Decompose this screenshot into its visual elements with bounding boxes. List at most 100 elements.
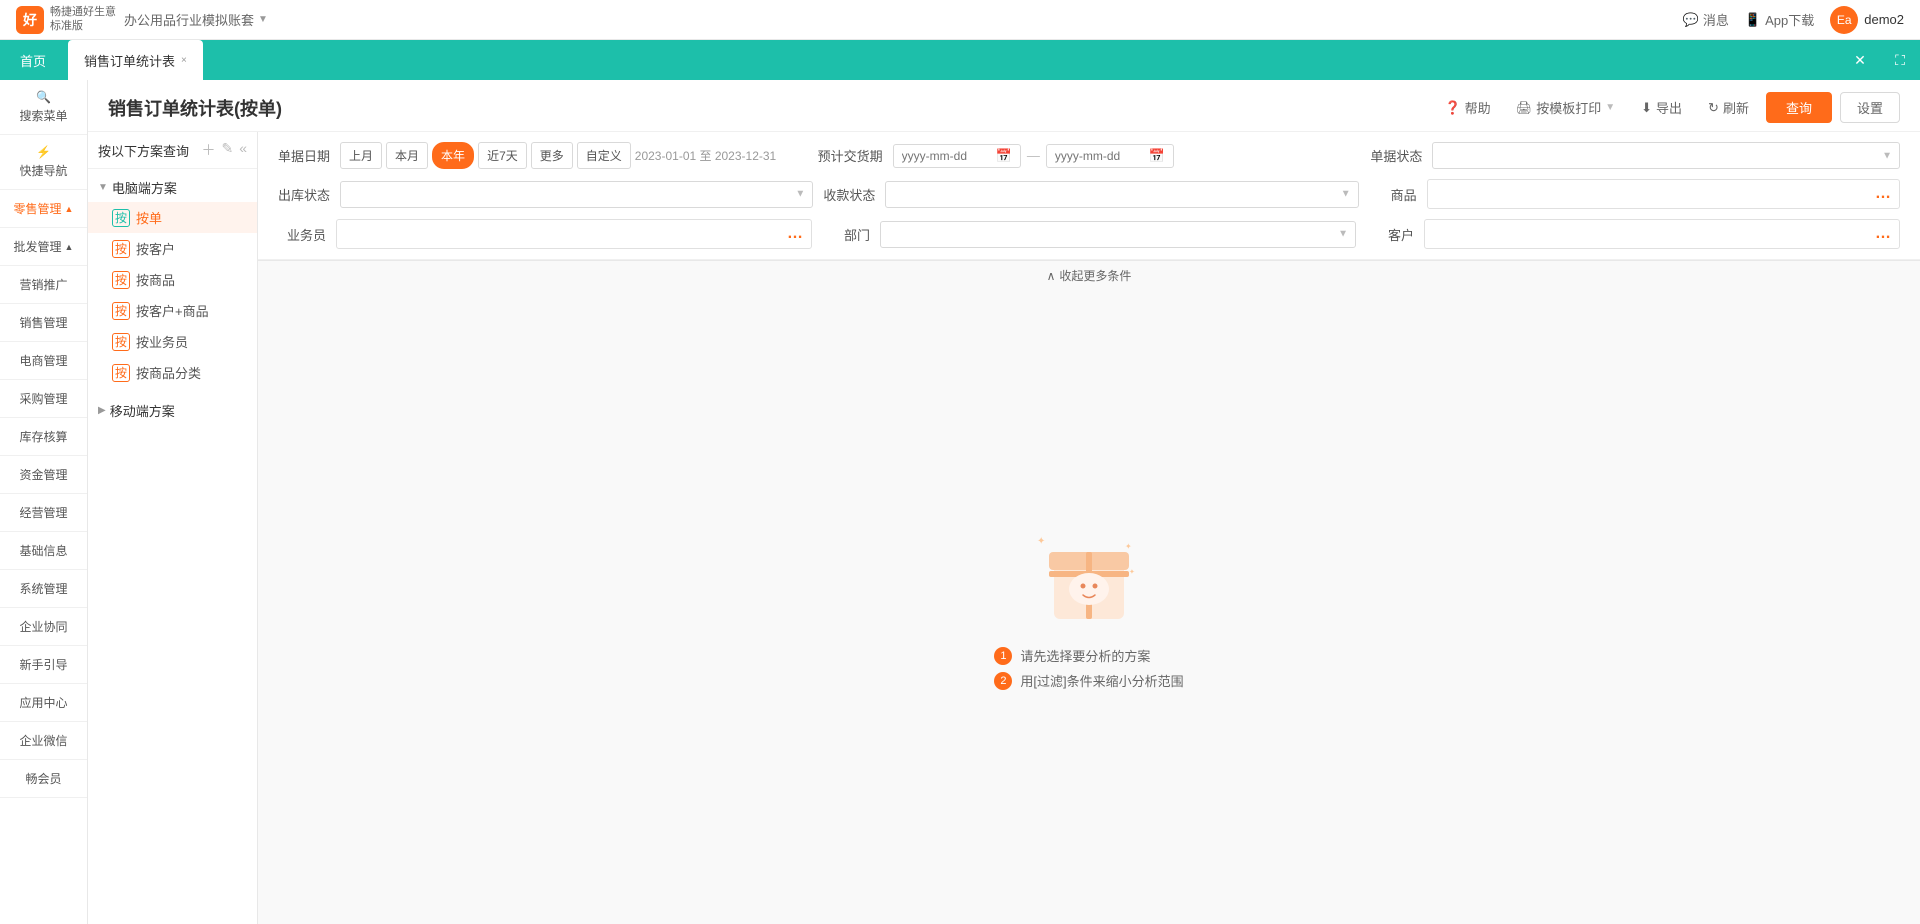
outbound-select[interactable] xyxy=(340,181,813,208)
user-profile[interactable]: Ea demo2 xyxy=(1830,6,1904,34)
sidebar-item-app-center[interactable]: 应用中心 xyxy=(0,684,87,722)
product-label: 商品 xyxy=(1369,185,1417,204)
scheme-collapse-button[interactable]: « xyxy=(239,140,247,160)
customer-label: 客户 xyxy=(1366,225,1414,244)
date-btn-last-month[interactable]: 上月 xyxy=(340,142,382,169)
department-select[interactable] xyxy=(880,221,1356,248)
sidebar-item-new-guide[interactable]: 新手引导 xyxy=(0,646,87,684)
main-area: 🔍 搜索菜单 ⚡ 快捷导航 零售管理 ▲ 批发管理 ▲ 营销推广 销售管理 电商… xyxy=(0,80,1920,924)
date-filter-group: 上月 本月 本年 近7天 更多 自定义 2023-01-01 至 2023-12… xyxy=(340,142,808,169)
sidebar-item-finance[interactable]: 资金管理 xyxy=(0,456,87,494)
date-btn-this-month[interactable]: 本月 xyxy=(386,142,428,169)
content-panel: 销售订单统计表(按单) ❓ 帮助 🖨 按模板打印 ▼ ⬇ 导出 ↻ 刷新 xyxy=(88,80,1920,924)
scheme-item-by-customer[interactable]: 按 按客户 xyxy=(88,233,257,264)
download-icon: 📱 xyxy=(1745,12,1761,28)
tab-maximize-button[interactable]: ⛶ xyxy=(1880,40,1920,80)
date-btn-more[interactable]: 更多 xyxy=(531,142,573,169)
scheme-item-by-customer-product[interactable]: 按 按客户+商品 xyxy=(88,295,257,326)
payment-select[interactable] xyxy=(885,181,1358,208)
refresh-button[interactable]: ↻ 刷新 xyxy=(1699,93,1758,122)
tab-sales-order-stats[interactable]: 销售订单统计表 × xyxy=(68,40,203,80)
sidebar-item-operations[interactable]: 经营管理 xyxy=(0,494,87,532)
message-button[interactable]: 💬 消息 xyxy=(1683,10,1729,29)
content-body: 按以下方案查询 ＋ ✎ « ▼ 电脑端方案 按 按单 xyxy=(88,132,1920,924)
status-select-wrap: ▼ xyxy=(1432,142,1900,169)
scheme-group-mobile-header[interactable]: ▶ 移动端方案 xyxy=(88,396,257,425)
sidebar-item-ecommerce[interactable]: 电商管理 xyxy=(0,342,87,380)
scheme-item-by-product-cat[interactable]: 按 按商品分类 xyxy=(88,357,257,388)
sidebar-item-basic-info[interactable]: 基础信息 xyxy=(0,532,87,570)
retail-arrow-icon: ▲ xyxy=(65,204,74,214)
predicted-date-end-wrap[interactable]: 📅 xyxy=(1046,144,1174,168)
collapse-bar[interactable]: ∧ 收起更多条件 xyxy=(258,260,1920,290)
sidebar-item-marketing[interactable]: 营销推广 xyxy=(0,266,87,304)
scheme-item-by-salesperson[interactable]: 按 按业务员 xyxy=(88,326,257,357)
payment-select-wrap: ▼ xyxy=(885,181,1358,208)
sidebar-item-search[interactable]: 🔍 搜索菜单 xyxy=(0,80,87,135)
status-label: 单据状态 xyxy=(1370,146,1422,165)
tab-close-icon[interactable]: × xyxy=(181,55,187,66)
tab-bar-actions: ✕ ⛶ xyxy=(1840,40,1920,80)
user-name: demo2 xyxy=(1864,12,1904,27)
group-pc-arrow-icon: ▼ xyxy=(98,182,108,193)
salesperson-more-icon[interactable]: … xyxy=(787,225,803,243)
scheme-edit-button[interactable]: ✎ xyxy=(221,140,233,160)
product-input[interactable]: … xyxy=(1427,179,1900,209)
scheme-item-icon-product: 按 xyxy=(112,271,130,289)
page-toolbar: ❓ 帮助 🖨 按模板打印 ▼ ⬇ 导出 ↻ 刷新 查询 设置 xyxy=(1436,92,1900,123)
export-button[interactable]: ⬇ 导出 xyxy=(1632,93,1691,122)
predicted-date-start[interactable] xyxy=(902,149,992,163)
query-button[interactable]: 查询 xyxy=(1766,92,1832,123)
product-more-icon[interactable]: … xyxy=(1875,185,1891,203)
avatar: Ea xyxy=(1830,6,1858,34)
outbound-label: 出库状态 xyxy=(278,185,330,204)
status-select[interactable] xyxy=(1432,142,1900,169)
empty-state: ✦ ✦ ✦ 1 请先选择要分析的方案 2 用[过滤]条件来缩小分析范围 xyxy=(258,290,1920,924)
group-mobile-arrow-icon: ▶ xyxy=(98,405,106,416)
sidebar-item-purchase[interactable]: 采购管理 xyxy=(0,380,87,418)
logo-icon: 好 xyxy=(16,6,44,34)
sidebar-item-enterprise[interactable]: 企业协同 xyxy=(0,608,87,646)
customer-input[interactable]: … xyxy=(1424,219,1900,249)
sidebar-item-inventory[interactable]: 库存核算 xyxy=(0,418,87,456)
predicted-date-label: 预计交货期 xyxy=(818,146,883,165)
sidebar-item-system[interactable]: 系统管理 xyxy=(0,570,87,608)
date-btn-custom[interactable]: 自定义 xyxy=(577,142,631,169)
svg-text:✦: ✦ xyxy=(1125,542,1132,551)
sidebar-item-quick-nav[interactable]: ⚡ 快捷导航 xyxy=(0,135,87,190)
customer-more-icon[interactable]: … xyxy=(1875,225,1891,243)
predicted-date-start-wrap[interactable]: 📅 xyxy=(893,144,1021,168)
sidebar-item-wholesale[interactable]: 批发管理 ▲ xyxy=(0,228,87,266)
sidebar-item-sales[interactable]: 销售管理 xyxy=(0,304,87,342)
scheme-group-pc-header[interactable]: ▼ 电脑端方案 xyxy=(88,173,257,202)
sidebar-item-vip[interactable]: 畅会员 xyxy=(0,760,87,798)
logo-text: 畅捷通好生意 标准版 xyxy=(50,6,116,32)
quicknav-icon: ⚡ xyxy=(36,145,51,159)
salesperson-input[interactable]: … xyxy=(336,219,812,249)
collapse-icon: ∧ xyxy=(1047,269,1056,283)
wholesale-arrow-icon: ▲ xyxy=(65,242,74,252)
scheme-item-by-product[interactable]: 按 按商品 xyxy=(88,264,257,295)
predicted-date-end[interactable] xyxy=(1055,149,1145,163)
page-title-area: 销售订单统计表(按单) ❓ 帮助 🖨 按模板打印 ▼ ⬇ 导出 ↻ 刷新 xyxy=(88,80,1920,132)
workspace-title[interactable]: 办公用品行业模拟账套 ▼ xyxy=(124,10,268,29)
help-button[interactable]: ❓ 帮助 xyxy=(1436,94,1498,121)
print-button[interactable]: 🖨 按模板打印 ▼ xyxy=(1507,93,1624,122)
settings-button[interactable]: 设置 xyxy=(1840,92,1900,123)
sidebar-item-retail[interactable]: 零售管理 ▲ xyxy=(0,190,87,228)
date-btn-7days[interactable]: 近7天 xyxy=(478,142,527,169)
scheme-item-by-order[interactable]: 按 按单 xyxy=(88,202,257,233)
sidebar-item-wechat[interactable]: 企业微信 xyxy=(0,722,87,760)
report-right: 单据日期 上月 本月 本年 近7天 更多 自定义 2023-01-01 至 20… xyxy=(258,132,1920,924)
sidebar: 🔍 搜索菜单 ⚡ 快捷导航 零售管理 ▲ 批发管理 ▲ 营销推广 销售管理 电商… xyxy=(0,80,88,924)
date-label: 单据日期 xyxy=(278,146,330,165)
scheme-add-button[interactable]: ＋ xyxy=(201,140,215,160)
app-download-button[interactable]: 📱 App下载 xyxy=(1745,10,1814,29)
tab-close-window-button[interactable]: ✕ xyxy=(1840,40,1880,80)
tab-home[interactable]: 首页 xyxy=(0,40,66,80)
tab-bar: 首页 销售订单统计表 × ✕ ⛶ xyxy=(0,40,1920,80)
refresh-icon: ↻ xyxy=(1708,100,1719,116)
salesperson-label: 业务员 xyxy=(278,225,326,244)
message-icon: 💬 xyxy=(1683,12,1699,28)
date-btn-this-year[interactable]: 本年 xyxy=(432,142,474,169)
